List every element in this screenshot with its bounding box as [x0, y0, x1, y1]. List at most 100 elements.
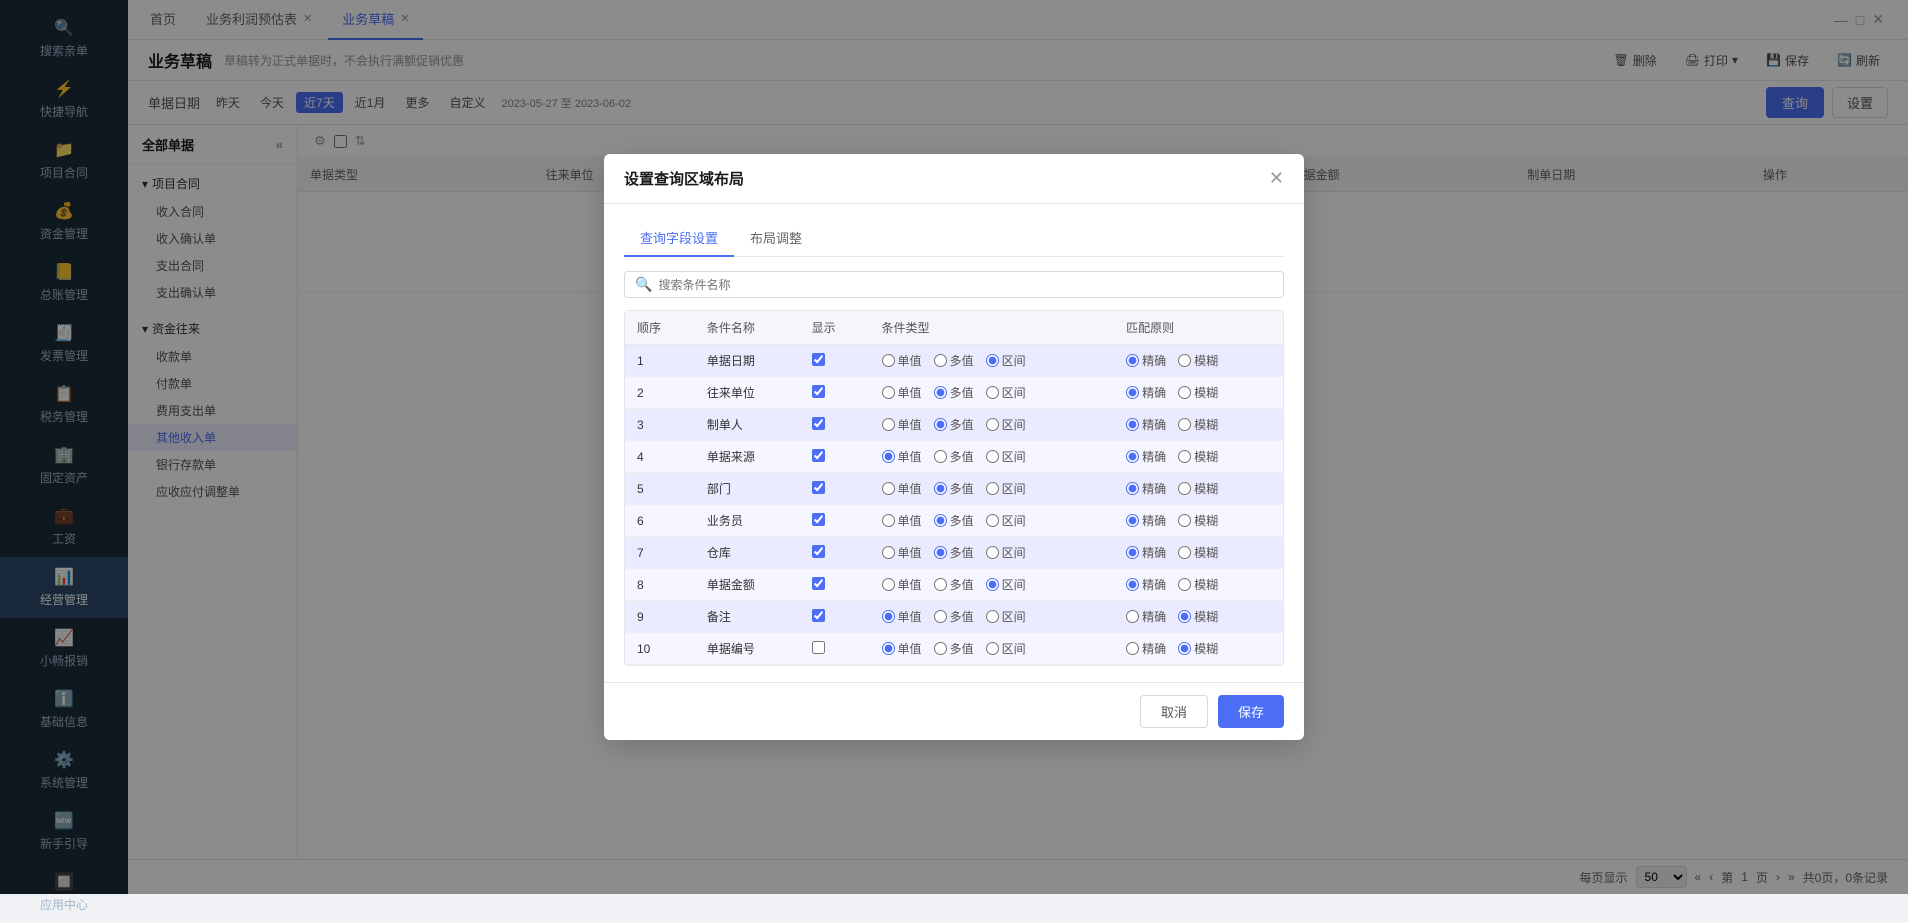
show-checkbox[interactable]	[812, 513, 825, 526]
show-checkbox[interactable]	[812, 481, 825, 494]
condtype-radio-label[interactable]: 区间	[986, 416, 1026, 433]
condtype-radio-label[interactable]: 单值	[882, 448, 922, 465]
matchrule-radio[interactable]	[1178, 514, 1191, 527]
condtype-radio-label[interactable]: 多值	[934, 640, 974, 657]
show-checkbox[interactable]	[812, 577, 825, 590]
condtype-radio[interactable]	[934, 450, 947, 463]
matchrule-radio-label[interactable]: 模糊	[1178, 640, 1218, 657]
condtype-radio-label[interactable]: 区间	[986, 576, 1026, 593]
condtype-radio[interactable]	[882, 578, 895, 591]
matchrule-radio[interactable]	[1178, 642, 1191, 655]
show-checkbox[interactable]	[812, 641, 825, 654]
condtype-radio[interactable]	[934, 482, 947, 495]
modal-cancel-button[interactable]: 取消	[1140, 695, 1208, 728]
condtype-radio[interactable]	[882, 546, 895, 559]
matchrule-radio[interactable]	[1126, 482, 1139, 495]
condtype-radio[interactable]	[986, 578, 999, 591]
condtype-radio[interactable]	[986, 354, 999, 367]
matchrule-radio-label[interactable]: 精确	[1126, 576, 1166, 593]
condtype-radio-label[interactable]: 单值	[882, 512, 922, 529]
matchrule-radio-label[interactable]: 模糊	[1178, 448, 1218, 465]
matchrule-radio[interactable]	[1178, 546, 1191, 559]
condtype-radio-label[interactable]: 多值	[934, 384, 974, 401]
matchrule-radio-label[interactable]: 精确	[1126, 480, 1166, 497]
condtype-radio[interactable]	[934, 546, 947, 559]
condtype-radio[interactable]	[882, 514, 895, 527]
matchrule-radio[interactable]	[1178, 450, 1191, 463]
condtype-radio[interactable]	[934, 418, 947, 431]
matchrule-radio-label[interactable]: 模糊	[1178, 544, 1218, 561]
condtype-radio-label[interactable]: 区间	[986, 384, 1026, 401]
condtype-radio[interactable]	[934, 386, 947, 399]
condtype-radio[interactable]	[934, 642, 947, 655]
matchrule-radio[interactable]	[1178, 578, 1191, 591]
condtype-radio-label[interactable]: 区间	[986, 512, 1026, 529]
condtype-radio-label[interactable]: 单值	[882, 384, 922, 401]
matchrule-radio-label[interactable]: 模糊	[1178, 352, 1218, 369]
condtype-radio-label[interactable]: 多值	[934, 480, 974, 497]
modal-tab-layout-adjust[interactable]: 布局调整	[734, 220, 818, 257]
matchrule-radio[interactable]	[1178, 482, 1191, 495]
condtype-radio[interactable]	[934, 514, 947, 527]
matchrule-radio-label[interactable]: 精确	[1126, 608, 1166, 625]
condtype-radio-label[interactable]: 区间	[986, 640, 1026, 657]
show-checkbox[interactable]	[812, 609, 825, 622]
matchrule-radio[interactable]	[1126, 354, 1139, 367]
show-checkbox[interactable]	[812, 417, 825, 430]
matchrule-radio-label[interactable]: 精确	[1126, 544, 1166, 561]
show-checkbox[interactable]	[812, 545, 825, 558]
condtype-radio-label[interactable]: 单值	[882, 480, 922, 497]
matchrule-radio[interactable]	[1126, 450, 1139, 463]
matchrule-radio[interactable]	[1126, 418, 1139, 431]
condtype-radio-label[interactable]: 单值	[882, 576, 922, 593]
condtype-radio-label[interactable]: 单值	[882, 416, 922, 433]
matchrule-radio-label[interactable]: 精确	[1126, 640, 1166, 657]
condtype-radio[interactable]	[882, 354, 895, 367]
condtype-radio-label[interactable]: 多值	[934, 544, 974, 561]
condtype-radio-label[interactable]: 区间	[986, 608, 1026, 625]
matchrule-radio[interactable]	[1178, 610, 1191, 623]
condtype-radio-label[interactable]: 多值	[934, 448, 974, 465]
condtype-radio[interactable]	[882, 482, 895, 495]
condtype-radio-label[interactable]: 区间	[986, 480, 1026, 497]
condtype-radio[interactable]	[882, 642, 895, 655]
modal-save-button[interactable]: 保存	[1218, 695, 1284, 728]
condtype-radio[interactable]	[882, 450, 895, 463]
matchrule-radio[interactable]	[1126, 386, 1139, 399]
condtype-radio[interactable]	[986, 642, 999, 655]
matchrule-radio[interactable]	[1178, 354, 1191, 367]
matchrule-radio-label[interactable]: 模糊	[1178, 384, 1218, 401]
matchrule-radio[interactable]	[1126, 642, 1139, 655]
matchrule-radio[interactable]	[1178, 418, 1191, 431]
condtype-radio-label[interactable]: 多值	[934, 608, 974, 625]
show-checkbox[interactable]	[812, 353, 825, 366]
matchrule-radio[interactable]	[1126, 610, 1139, 623]
condtype-radio-label[interactable]: 单值	[882, 640, 922, 657]
matchrule-radio-label[interactable]: 模糊	[1178, 512, 1218, 529]
condtype-radio-label[interactable]: 多值	[934, 352, 974, 369]
condtype-radio[interactable]	[986, 418, 999, 431]
matchrule-radio-label[interactable]: 模糊	[1178, 576, 1218, 593]
condtype-radio[interactable]	[986, 546, 999, 559]
condtype-radio[interactable]	[934, 354, 947, 367]
condtype-radio-label[interactable]: 多值	[934, 416, 974, 433]
show-checkbox[interactable]	[812, 385, 825, 398]
matchrule-radio-label[interactable]: 模糊	[1178, 608, 1218, 625]
condtype-radio[interactable]	[882, 386, 895, 399]
matchrule-radio-label[interactable]: 模糊	[1178, 416, 1218, 433]
condtype-radio-label[interactable]: 区间	[986, 352, 1026, 369]
condtype-radio[interactable]	[882, 418, 895, 431]
condtype-radio-label[interactable]: 单值	[882, 352, 922, 369]
modal-close-button[interactable]: ✕	[1269, 168, 1284, 189]
modal-search-input[interactable]	[658, 278, 1273, 292]
matchrule-radio[interactable]	[1178, 386, 1191, 399]
matchrule-radio-label[interactable]: 精确	[1126, 512, 1166, 529]
matchrule-radio[interactable]	[1126, 546, 1139, 559]
condtype-radio[interactable]	[934, 610, 947, 623]
show-checkbox[interactable]	[812, 449, 825, 462]
matchrule-radio-label[interactable]: 精确	[1126, 416, 1166, 433]
condtype-radio-label[interactable]: 区间	[986, 544, 1026, 561]
condtype-radio[interactable]	[986, 450, 999, 463]
matchrule-radio[interactable]	[1126, 578, 1139, 591]
condtype-radio[interactable]	[934, 578, 947, 591]
